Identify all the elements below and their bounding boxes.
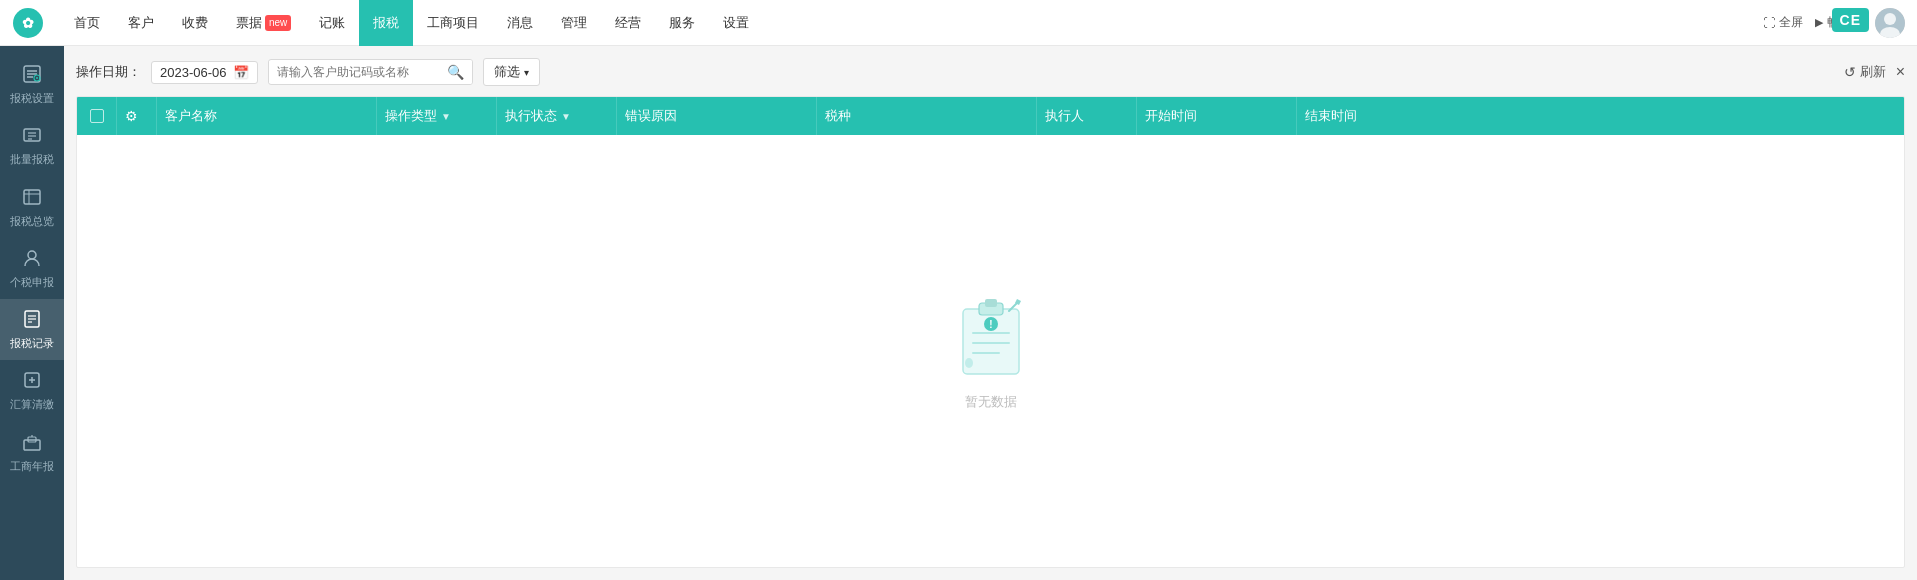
svg-rect-16 [24, 190, 40, 204]
filter-label: 筛选 [494, 63, 520, 81]
search-bar: 🔍 [268, 59, 473, 85]
th-settings: ⚙ [117, 97, 157, 135]
nav-item-tax[interactable]: 报税 [359, 0, 413, 46]
annual-settle-icon [22, 370, 42, 393]
sidebar-item-label: 汇算清缴 [10, 397, 54, 411]
personal-tax-icon [22, 248, 42, 271]
sidebar-item-label: 个税申报 [10, 275, 54, 289]
refresh-icon: ↺ [1844, 64, 1856, 80]
sidebar: 报税设置 批量报税 报税总览 [0, 46, 64, 580]
sidebar-item-batch-tax[interactable]: 批量报税 [0, 115, 64, 176]
annual-report-icon [22, 432, 42, 455]
tax-settings-icon [22, 64, 42, 87]
th-executor: 执行人 [1037, 97, 1137, 135]
sidebar-item-label: 批量报税 [10, 152, 54, 166]
nav-item-manage[interactable]: 管理 [547, 0, 601, 46]
sidebar-item-tax-overview[interactable]: 报税总览 [0, 177, 64, 238]
th-tax-type: 税种 [817, 97, 1037, 135]
empty-text: 暂无数据 [965, 393, 1017, 411]
tax-records-icon [22, 309, 42, 332]
table-header: ⚙ 客户名称 操作类型 ▼ 执行状态 ▼ 错误原因 税种 [77, 97, 1904, 135]
sidebar-item-annual-settle[interactable]: 汇算清缴 [0, 360, 64, 421]
sidebar-item-tax-settings[interactable]: 报税设置 [0, 54, 64, 115]
nav-item-customer[interactable]: 客户 [114, 0, 168, 46]
date-value: 2023-06-06 [160, 65, 227, 80]
nav-item-charge[interactable]: 收费 [168, 0, 222, 46]
th-op-type: 操作类型 ▼ [377, 97, 497, 135]
filter-button[interactable]: 筛选 ▾ [483, 58, 540, 86]
th-error: 错误原因 [617, 97, 817, 135]
sidebar-item-label: 报税设置 [10, 91, 54, 105]
empty-illustration: ! [951, 291, 1031, 381]
nav-item-operation[interactable]: 经营 [601, 0, 655, 46]
sidebar-item-label: 工商年报 [10, 459, 54, 473]
sort-icon-op-type[interactable]: ▼ [441, 111, 451, 122]
toolbar: 操作日期： 2023-06-06 📅 🔍 筛选 ▾ ↺ 刷新 × [76, 58, 1905, 86]
app-logo[interactable]: ✿ [12, 7, 44, 39]
th-start-time: 开始时间 [1137, 97, 1297, 135]
search-input[interactable] [269, 61, 439, 83]
svg-point-38 [965, 358, 973, 368]
sort-icon-status[interactable]: ▼ [561, 111, 571, 122]
nav-menu: 首页 客户 收费 票据 new 记账 报税 工商项目 消息 管理 经营 服务 设… [60, 0, 1763, 46]
date-label: 操作日期： [76, 63, 141, 81]
header-checkbox[interactable] [90, 109, 104, 123]
th-status: 执行状态 ▼ [497, 97, 617, 135]
member-icon: ▶ [1815, 16, 1823, 29]
nav-right: ⛶ 全屏 ▶ 畅会员 CE [1763, 8, 1905, 38]
nav-item-message[interactable]: 消息 [493, 0, 547, 46]
refresh-label: 刷新 [1860, 63, 1886, 81]
date-input[interactable]: 2023-06-06 📅 [151, 61, 258, 84]
empty-state: ! 暂无数据 [931, 271, 1051, 431]
main-layout: 报税设置 批量报税 报税总览 [0, 46, 1917, 580]
nav-item-business[interactable]: 工商项目 [413, 0, 493, 46]
th-name: 客户名称 [157, 97, 377, 135]
svg-rect-30 [985, 299, 997, 307]
new-badge: new [265, 15, 291, 31]
user-avatar[interactable] [1875, 8, 1905, 38]
th-end-time: 结束时间 [1297, 97, 1417, 135]
sidebar-item-personal-tax[interactable]: 个税申报 [0, 238, 64, 299]
sidebar-item-label: 报税记录 [10, 336, 54, 350]
batch-tax-icon [22, 125, 42, 148]
th-checkbox[interactable] [77, 97, 117, 135]
sidebar-item-annual-report[interactable]: 工商年报 [0, 422, 64, 483]
search-button[interactable]: 🔍 [439, 60, 472, 84]
data-table: ⚙ 客户名称 操作类型 ▼ 执行状态 ▼ 错误原因 税种 [76, 96, 1905, 568]
table-body: ! 暂无数据 [77, 135, 1904, 567]
top-nav: ✿ 首页 客户 收费 票据 new 记账 报税 工商项目 消息 管理 经营 服务… [0, 0, 1917, 46]
nav-item-settings[interactable]: 设置 [709, 0, 763, 46]
sidebar-item-label: 报税总览 [10, 214, 54, 228]
chevron-down-icon: ▾ [524, 67, 529, 78]
toolbar-right: ↺ 刷新 × [1844, 63, 1905, 81]
nav-item-home[interactable]: 首页 [60, 0, 114, 46]
svg-point-19 [28, 251, 36, 259]
nav-item-service[interactable]: 服务 [655, 0, 709, 46]
sidebar-item-tax-records[interactable]: 报税记录 [0, 299, 64, 360]
fullscreen-icon: ⛶ [1763, 16, 1775, 30]
content-area: 操作日期： 2023-06-06 📅 🔍 筛选 ▾ ↺ 刷新 × [64, 46, 1917, 580]
svg-text:!: ! [989, 319, 992, 330]
fullscreen-button[interactable]: ⛶ 全屏 [1763, 14, 1803, 31]
close-button[interactable]: × [1896, 64, 1905, 80]
svg-point-3 [1884, 13, 1896, 25]
ce-badge: CE [1832, 8, 1869, 32]
nav-item-invoice[interactable]: 票据 new [222, 0, 305, 46]
svg-text:✿: ✿ [22, 15, 34, 31]
calendar-icon: 📅 [233, 65, 249, 80]
refresh-button[interactable]: ↺ 刷新 [1844, 63, 1886, 81]
tax-overview-icon [22, 187, 42, 210]
nav-item-accounting[interactable]: 记账 [305, 0, 359, 46]
settings-icon[interactable]: ⚙ [125, 108, 138, 124]
